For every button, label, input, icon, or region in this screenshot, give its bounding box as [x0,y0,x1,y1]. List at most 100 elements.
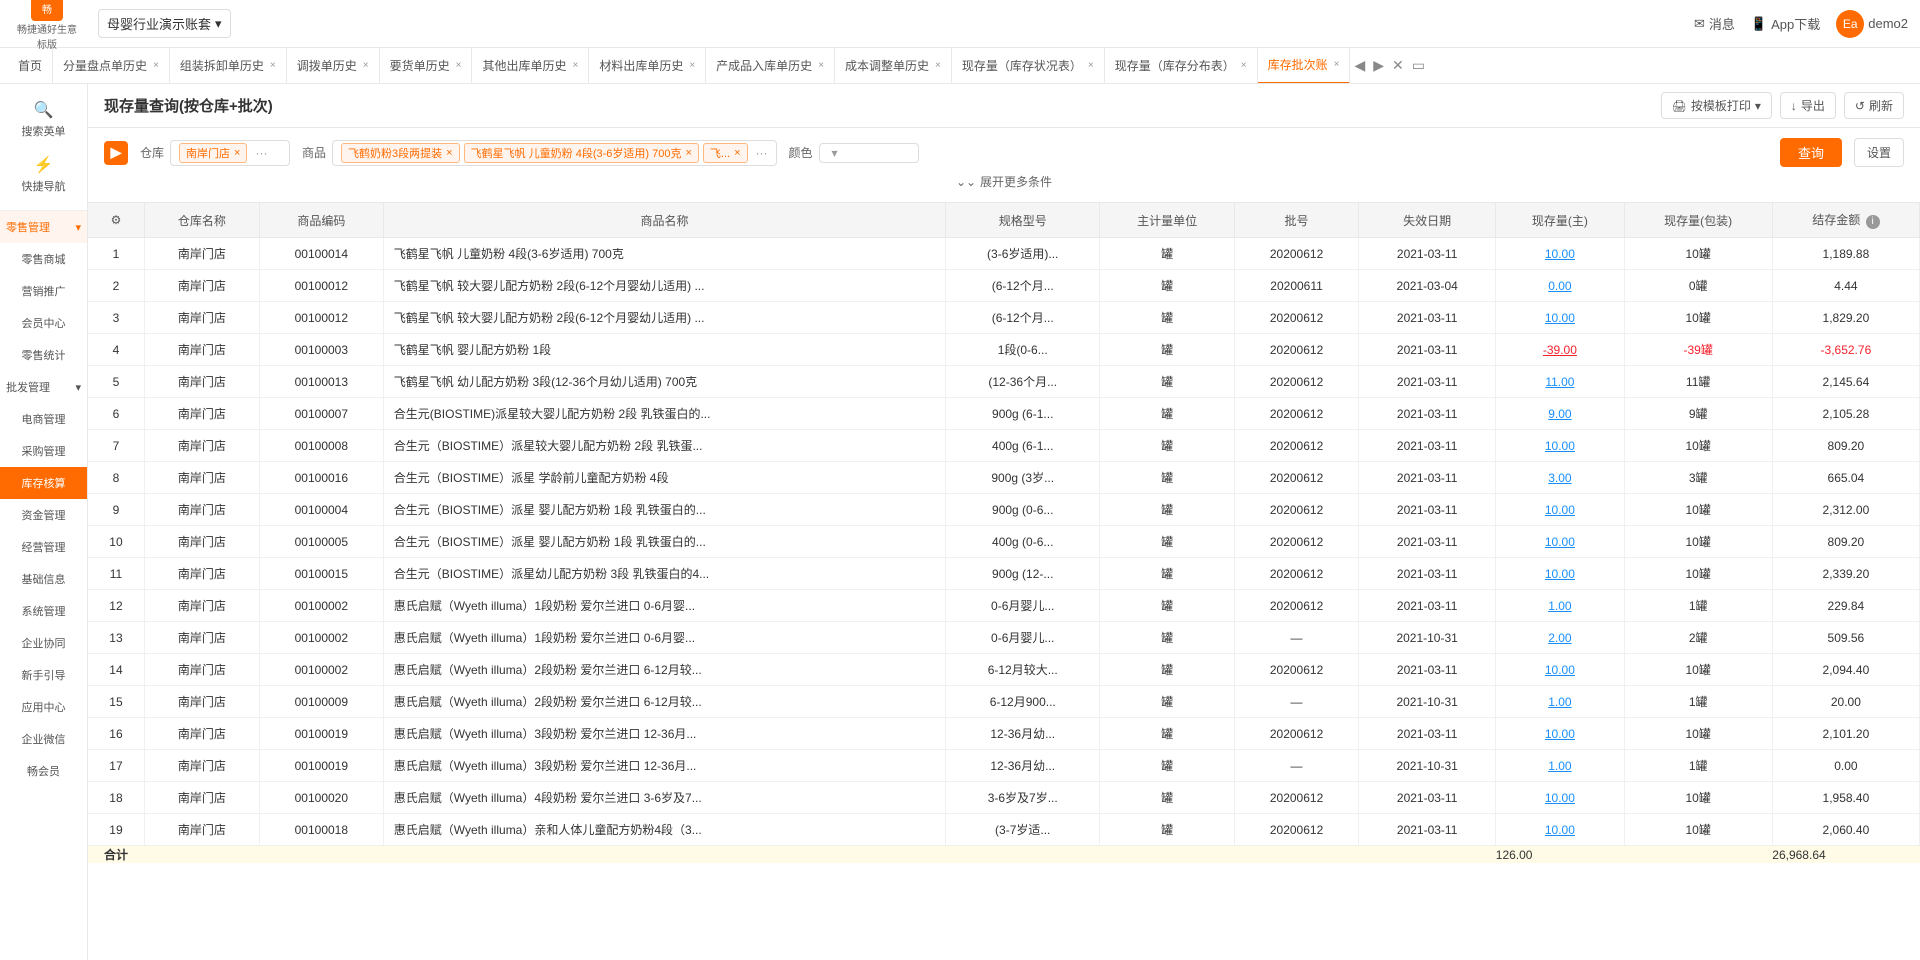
row-warehouse: 南岸门店 [144,782,259,814]
row-qty-main[interactable]: 2.00 [1496,622,1624,654]
tab-close-all-btn[interactable]: ✕ [1388,57,1408,74]
row-unit: 罐 [1100,334,1235,366]
row-expire: 2021-03-11 [1359,238,1496,270]
export-btn[interactable]: ↓ 导出 [1780,92,1836,119]
col-settings[interactable]: ⚙ [88,203,144,238]
refresh-btn[interactable]: ↺ 刷新 [1844,92,1904,119]
row-qty-main[interactable]: 10.00 [1496,718,1624,750]
sidebar-item-finance[interactable]: 资金管理 [0,499,87,531]
row-qty-main[interactable]: 11.00 [1496,366,1624,398]
row-qty-main[interactable]: 10.00 [1496,302,1624,334]
row-warehouse: 南岸门店 [144,686,259,718]
tab-close-batch[interactable]: × [1334,59,1340,70]
row-unit: 罐 [1100,494,1235,526]
balance-info-icon[interactable]: i [1866,215,1880,229]
tab-home[interactable]: 首页 [8,48,53,84]
tab-product-in[interactable]: 产成品入库单历史 × [706,48,835,84]
row-qty-pkg: 10罐 [1624,494,1772,526]
tab-mix-history[interactable]: 调拨单历史 × [287,48,380,84]
product-tags[interactable]: 飞鹤奶粉3段两提装 × 飞鹤星飞帆 儿童奶粉 4段(3-6岁适用) 700克 ×… [332,140,776,166]
row-qty-main[interactable]: 1.00 [1496,686,1624,718]
row-qty-main[interactable]: 10.00 [1496,238,1624,270]
tab-prev-btn[interactable]: ◀ [1350,57,1369,74]
tab-close-cost-adj[interactable]: × [935,60,941,71]
filter-expand-btn[interactable]: ▶ [104,141,128,165]
tab-close-product-in[interactable]: × [818,60,824,71]
tab-unpack-history[interactable]: 组装拆卸单历史 × [170,48,287,84]
tab-batch-voucher[interactable]: 库存批次账 × [1258,48,1351,84]
tab-close-mix[interactable]: × [363,60,369,71]
row-qty-main[interactable]: 10.00 [1496,814,1624,846]
sidebar-item-purchase[interactable]: 采购管理 [0,435,87,467]
tab-inventory-status[interactable]: 现存量（库存状况表） × [952,48,1105,84]
sidebar-item-newguide[interactable]: 新手引导 [0,659,87,691]
tab-close-split[interactable]: × [153,60,159,71]
row-qty-main[interactable]: -39.00 [1496,334,1624,366]
tab-split-history[interactable]: 分量盘点单历史 × [53,48,170,84]
warehouse-tags[interactable]: 南岸门店 × ··· [170,140,290,166]
row-qty-main[interactable]: 10.00 [1496,494,1624,526]
row-qty-main[interactable]: 3.00 [1496,462,1624,494]
sidebar-search[interactable]: 🔍 搜索英单 [0,92,87,147]
row-qty-main[interactable]: 10.00 [1496,782,1624,814]
sidebar-item-enterprise-wechat[interactable]: 企业微信 [0,723,87,755]
row-qty-main[interactable]: 1.00 [1496,750,1624,782]
row-qty-main[interactable]: 10.00 [1496,558,1624,590]
row-name: 合生元（BIOSTIME）派星 婴儿配方奶粉 1段 乳铁蛋白的... [383,526,946,558]
sidebar-item-operations[interactable]: 经营管理 [0,531,87,563]
setting-btn[interactable]: 设置 [1854,138,1904,167]
row-qty-main[interactable]: 9.00 [1496,398,1624,430]
tab-close-unpack[interactable]: × [270,60,276,71]
message-btn[interactable]: ✉ 消息 [1694,14,1735,33]
tab-close-inv-dist[interactable]: × [1241,60,1247,71]
row-qty-main[interactable]: 0.00 [1496,270,1624,302]
app-download-btn[interactable]: 📱 App下载 [1751,14,1820,33]
sidebar-item-enterprise[interactable]: 企业协同 [0,627,87,659]
sidebar-item-appcenter[interactable]: 应用中心 [0,691,87,723]
warehouse-tag-close[interactable]: × [234,147,240,159]
sidebar-item-retail-shop[interactable]: 零售商城 [0,243,87,275]
tab-menu-btn[interactable]: ▭ [1408,57,1429,74]
row-batch: 20200612 [1235,430,1359,462]
product-tag2-close[interactable]: × [685,147,691,159]
row-qty-main[interactable]: 10.00 [1496,654,1624,686]
product-tag3-close[interactable]: × [734,147,740,159]
sidebar-shortcut[interactable]: ⚡ 快捷导航 [0,147,87,202]
color-select[interactable]: ▾ [819,143,919,163]
sidebar-item-marketing[interactable]: 营销推广 [0,275,87,307]
tab-inventory-dist[interactable]: 现存量（库存分布表） × [1105,48,1258,84]
sidebar-item-retail[interactable]: 零售管理 ▾ [0,211,87,243]
tab-close-other-out[interactable]: × [572,60,578,71]
sidebar-item-retail-stats[interactable]: 零售统计 [0,339,87,371]
tab-material-out[interactable]: 材料出库单历史 × [589,48,706,84]
tab-close-inv-status[interactable]: × [1088,60,1094,71]
row-qty-main[interactable]: 1.00 [1496,590,1624,622]
tab-close-req[interactable]: × [456,60,462,71]
sidebar-item-member2[interactable]: 畅会员 [0,755,87,787]
template-print-btn[interactable]: 🖨 按模板打印 ▾ [1661,92,1772,119]
row-expire: 2021-03-11 [1359,558,1496,590]
account-selector[interactable]: 母婴行业演示账套 ▾ [98,9,231,38]
sidebar-item-wholesale[interactable]: 批发管理 ▾ [0,371,87,403]
sidebar-item-system[interactable]: 系统管理 [0,595,87,627]
row-name: 惠氏启赋（Wyeth illuma）亲和人体儿童配方奶粉4段（3... [383,814,946,846]
tab-next-btn[interactable]: ▶ [1369,57,1388,74]
row-qty-main[interactable]: 10.00 [1496,526,1624,558]
expand-more-btn[interactable]: ⌄⌄ 展开更多条件 [104,167,1904,192]
query-btn[interactable]: 查询 [1780,138,1842,167]
tab-other-out[interactable]: 其他出库单历史 × [472,48,589,84]
product-tag-3: 飞... × [703,143,748,163]
tab-close-material-out[interactable]: × [689,60,695,71]
user-avatar[interactable]: Ea demo2 [1836,10,1908,38]
sidebar-item-inventory[interactable]: 库存核算 [0,467,87,499]
row-no: 13 [88,622,144,654]
sidebar-item-basic[interactable]: 基础信息 [0,563,87,595]
sidebar-item-member[interactable]: 会员中心 [0,307,87,339]
tab-req-history[interactable]: 要货单历史 × [380,48,473,84]
settings-icon[interactable]: ⚙ [111,213,122,227]
tab-cost-adj[interactable]: 成本调整单历史 × [835,48,952,84]
sidebar-item-ecommerce[interactable]: 电商管理 [0,403,87,435]
row-qty-main[interactable]: 10.00 [1496,430,1624,462]
row-name: 惠氏启赋（Wyeth illuma）1段奶粉 爱尔兰进口 0-6月婴... [383,622,946,654]
product-tag1-close[interactable]: × [446,147,452,159]
